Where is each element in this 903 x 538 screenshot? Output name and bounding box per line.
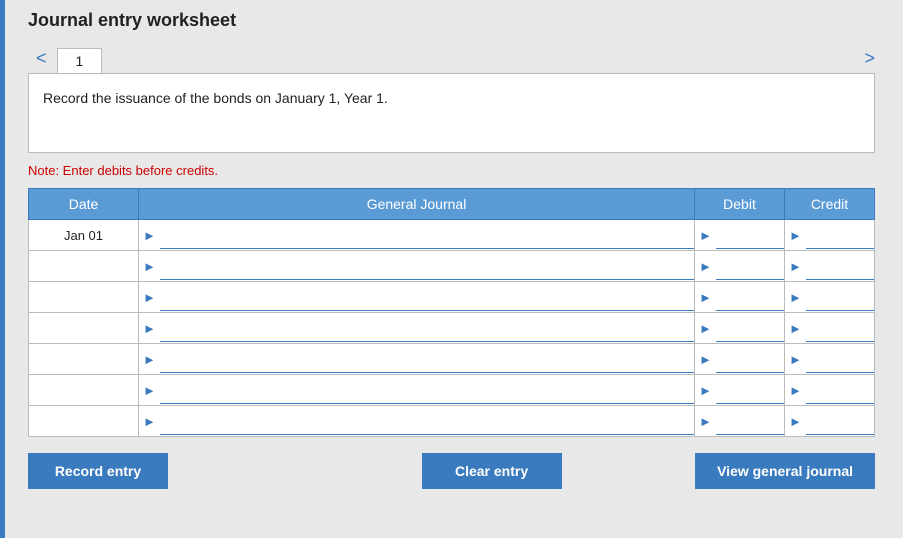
- journal-cell[interactable]: ►: [139, 282, 695, 313]
- row-arrow-icon: ►: [139, 290, 160, 305]
- date-cell: [29, 313, 139, 344]
- journal-cell[interactable]: ►: [139, 406, 695, 437]
- debit-cell[interactable]: ►: [695, 375, 785, 406]
- table-row: ► ► ►: [29, 282, 875, 313]
- credit-cell[interactable]: ►: [785, 282, 875, 313]
- debit-cell[interactable]: ►: [695, 251, 785, 282]
- table-row: Jan 01►►►: [29, 220, 875, 251]
- table-row: ► ► ►: [29, 344, 875, 375]
- date-cell: [29, 406, 139, 437]
- credit-arrow-icon: ►: [785, 414, 806, 429]
- next-arrow[interactable]: >: [856, 45, 883, 73]
- col-header-credit: Credit: [785, 189, 875, 220]
- date-cell: [29, 282, 139, 313]
- page-wrapper: Journal entry worksheet < 1 > Record the…: [0, 0, 903, 538]
- row-arrow-icon: ►: [139, 352, 160, 367]
- credit-arrow-icon: ►: [785, 290, 806, 305]
- debit-cell[interactable]: ►: [695, 344, 785, 375]
- page-title: Journal entry worksheet: [28, 10, 883, 31]
- row-arrow-icon: ►: [139, 259, 160, 274]
- table-row: ► ► ►: [29, 251, 875, 282]
- journal-cell[interactable]: ►: [139, 344, 695, 375]
- debit-arrow-icon: ►: [695, 228, 716, 243]
- col-header-date: Date: [29, 189, 139, 220]
- table-row: ► ► ►: [29, 406, 875, 437]
- row-arrow-icon: ►: [139, 383, 160, 398]
- instruction-text: Record the issuance of the bonds on Janu…: [43, 90, 860, 106]
- tab-1[interactable]: 1: [57, 48, 103, 73]
- debit-arrow-icon: ►: [695, 414, 716, 429]
- debit-cell[interactable]: ►: [695, 282, 785, 313]
- journal-cell[interactable]: ►: [139, 313, 695, 344]
- debit-cell[interactable]: ►: [695, 406, 785, 437]
- row-arrow-icon: ►: [139, 228, 160, 243]
- debit-arrow-icon: ►: [695, 290, 716, 305]
- date-cell: [29, 375, 139, 406]
- journal-table: Date General Journal Debit Credit Jan 01…: [28, 188, 875, 437]
- row-arrow-icon: ►: [139, 321, 160, 336]
- debit-cell[interactable]: ►: [695, 313, 785, 344]
- view-general-journal-button[interactable]: View general journal: [695, 453, 875, 489]
- journal-cell[interactable]: ►: [139, 251, 695, 282]
- date-cell: [29, 251, 139, 282]
- tab-navigation: < 1 >: [28, 45, 883, 73]
- button-row: Record entry Clear entry View general jo…: [28, 453, 875, 489]
- credit-cell[interactable]: ►: [785, 375, 875, 406]
- credit-arrow-icon: ►: [785, 383, 806, 398]
- credit-arrow-icon: ►: [785, 321, 806, 336]
- debit-arrow-icon: ►: [695, 383, 716, 398]
- instruction-box: Record the issuance of the bonds on Janu…: [28, 73, 875, 153]
- credit-cell[interactable]: ►: [785, 313, 875, 344]
- row-arrow-icon: ►: [139, 414, 160, 429]
- credit-arrow-icon: ►: [785, 228, 806, 243]
- debit-arrow-icon: ►: [695, 259, 716, 274]
- credit-cell[interactable]: ►: [785, 344, 875, 375]
- date-cell: Jan 01: [29, 220, 139, 251]
- credit-cell[interactable]: ►: [785, 406, 875, 437]
- col-header-journal: General Journal: [139, 189, 695, 220]
- debit-arrow-icon: ►: [695, 352, 716, 367]
- record-entry-button[interactable]: Record entry: [28, 453, 168, 489]
- credit-cell[interactable]: ►: [785, 251, 875, 282]
- date-cell: [29, 344, 139, 375]
- credit-arrow-icon: ►: [785, 352, 806, 367]
- credit-arrow-icon: ►: [785, 259, 806, 274]
- debit-arrow-icon: ►: [695, 321, 716, 336]
- clear-entry-button[interactable]: Clear entry: [422, 453, 562, 489]
- note-text: Note: Enter debits before credits.: [28, 163, 883, 178]
- prev-arrow[interactable]: <: [28, 45, 55, 73]
- journal-cell[interactable]: ►: [139, 220, 695, 251]
- debit-cell[interactable]: ►: [695, 220, 785, 251]
- col-header-debit: Debit: [695, 189, 785, 220]
- journal-cell[interactable]: ►: [139, 375, 695, 406]
- credit-cell[interactable]: ►: [785, 220, 875, 251]
- table-row: ► ► ►: [29, 313, 875, 344]
- table-row: ► ► ►: [29, 375, 875, 406]
